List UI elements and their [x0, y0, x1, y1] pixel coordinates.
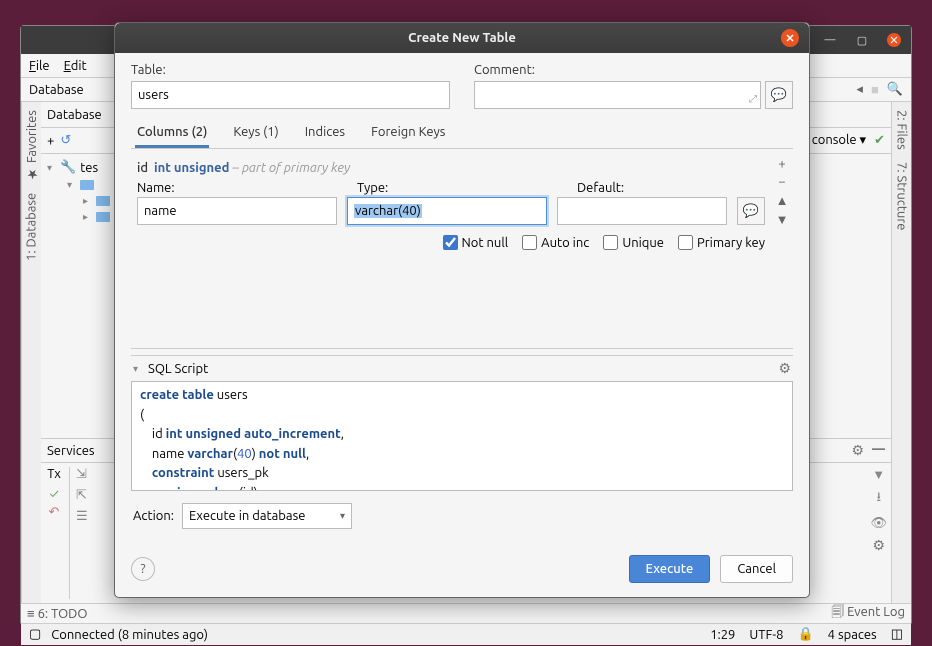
- gear-icon[interactable]: ⚙: [778, 360, 791, 377]
- column-name-input[interactable]: [137, 197, 337, 225]
- menu-file[interactable]: File: [29, 59, 50, 73]
- column-type-input[interactable]: varchar(40): [347, 197, 547, 225]
- rightbar-structure[interactable]: 7: Structure: [895, 162, 909, 230]
- gear-icon[interactable]: ⚙: [851, 442, 864, 459]
- db-panel-title: Database: [47, 108, 102, 122]
- table-name-label: Table:: [131, 63, 450, 77]
- column-default-label: Default:: [577, 181, 765, 195]
- action-label: Action:: [133, 509, 174, 523]
- minimize-button[interactable]: —: [823, 33, 837, 47]
- tab-indices[interactable]: Indices: [303, 119, 347, 148]
- download-icon[interactable]: ⭳: [876, 488, 881, 510]
- table-name-input[interactable]: [131, 81, 450, 109]
- list-icon[interactable]: ☰: [76, 509, 88, 524]
- unique-checkbox[interactable]: Unique: [603, 235, 664, 250]
- move-down-button[interactable]: ▼: [776, 212, 789, 227]
- column-default-input[interactable]: [557, 197, 727, 225]
- sync-icon[interactable]: ↺: [60, 133, 71, 148]
- status-text: Connected (8 minutes ago): [51, 628, 208, 642]
- add-column-button[interactable]: +: [778, 157, 785, 171]
- close-icon[interactable]: ✕: [781, 29, 799, 47]
- action-select[interactable]: Execute in database: [182, 503, 352, 529]
- checkmark-icon[interactable]: ✔: [874, 133, 885, 148]
- status-bar: ▢ Connected (8 minutes ago) 1:29 UTF-8 🔒…: [21, 623, 911, 645]
- breadcrumb-item[interactable]: Database: [29, 83, 84, 97]
- toolbar-search-icon[interactable]: 🔍: [887, 82, 903, 97]
- column-name-label: Name:: [137, 181, 347, 195]
- status-icon: ▢: [29, 627, 41, 642]
- tab-foreign-keys[interactable]: Foreign Keys: [369, 119, 447, 148]
- status-widget-icon[interactable]: ◫: [891, 627, 903, 642]
- primarykey-checkbox[interactable]: Primary key: [678, 235, 765, 250]
- status-pos[interactable]: 1:29: [710, 628, 735, 642]
- ide-bottom-tabs: ≡ 6: TODO 🗐 Event Log: [21, 603, 911, 623]
- sql-preview[interactable]: create table users ( id int unsigned aut…: [131, 381, 793, 491]
- filter-icon[interactable]: ▼: [872, 467, 885, 482]
- dialog-tabs: Columns (2) Keys (1) Indices Foreign Key…: [131, 119, 793, 149]
- cancel-button[interactable]: Cancel: [720, 555, 793, 583]
- execute-button[interactable]: Execute: [629, 555, 711, 583]
- status-spaces[interactable]: 4 spaces: [828, 628, 877, 642]
- remove-column-button[interactable]: −: [778, 175, 785, 189]
- tab-columns[interactable]: Columns (2): [135, 119, 209, 148]
- collapse-icon[interactable]: ⇱: [76, 488, 88, 503]
- tab-keys[interactable]: Keys (1): [231, 119, 280, 148]
- eye-icon[interactable]: 👁: [870, 516, 887, 531]
- close-button[interactable]: ✕: [887, 33, 901, 47]
- leftbar-database[interactable]: 1: Database: [25, 193, 39, 261]
- menu-edit[interactable]: Edit: [64, 59, 87, 73]
- dialog-title: Create New Table: [408, 31, 516, 45]
- ide-right-sidebar: 2: Files 7: Structure: [891, 102, 911, 603]
- hide-icon[interactable]: —: [872, 442, 885, 459]
- add-icon[interactable]: +: [47, 134, 54, 148]
- toolbar-prev-icon[interactable]: ◂: [856, 82, 863, 97]
- column-row-id[interactable]: id int unsigned – part of primary key: [133, 159, 769, 177]
- tx-commit-icon[interactable]: ✓: [45, 487, 63, 501]
- expand-icon[interactable]: ⤢: [749, 93, 757, 105]
- comment-input[interactable]: [474, 81, 761, 109]
- help-button[interactable]: ?: [131, 557, 155, 581]
- leftbar-favorites[interactable]: ★ Favorites: [24, 110, 39, 181]
- column-detail-button[interactable]: 💬: [737, 197, 765, 225]
- tx-label: Tx: [45, 467, 63, 481]
- tx-rollback-icon[interactable]: ↶: [45, 505, 63, 520]
- create-table-dialog: Create New Table ✕ Table: Comment: ⤢ 💬: [114, 22, 810, 598]
- gear-icon[interactable]: ⚙: [872, 537, 885, 554]
- notnull-checkbox[interactable]: Not null: [443, 235, 509, 250]
- expand-icon[interactable]: ⇲: [76, 467, 88, 482]
- bottom-tab-eventlog[interactable]: 🗐 Event Log: [831, 603, 905, 625]
- move-up-button[interactable]: ▲: [776, 193, 789, 208]
- status-lock-icon[interactable]: 🔒: [797, 627, 813, 642]
- rightbar-files[interactable]: 2: Files: [895, 110, 909, 150]
- dialog-titlebar: Create New Table ✕: [115, 23, 809, 53]
- column-type-label: Type:: [357, 181, 567, 195]
- ide-left-sidebar: 1: Database ★ Favorites: [21, 102, 41, 603]
- comment-label: Comment:: [474, 63, 793, 77]
- maximize-button[interactable]: ▢: [855, 33, 869, 47]
- toolbar-stop-icon[interactable]: ■: [871, 82, 879, 97]
- status-enc[interactable]: UTF-8: [749, 628, 783, 642]
- services-title: Services: [47, 444, 95, 458]
- sql-script-toggle[interactable]: ▾SQL Script: [133, 362, 208, 376]
- autoinc-checkbox[interactable]: Auto inc: [522, 235, 589, 250]
- comment-detail-button[interactable]: 💬: [765, 81, 793, 109]
- bottom-tab-todo[interactable]: ≡ 6: TODO: [27, 606, 87, 621]
